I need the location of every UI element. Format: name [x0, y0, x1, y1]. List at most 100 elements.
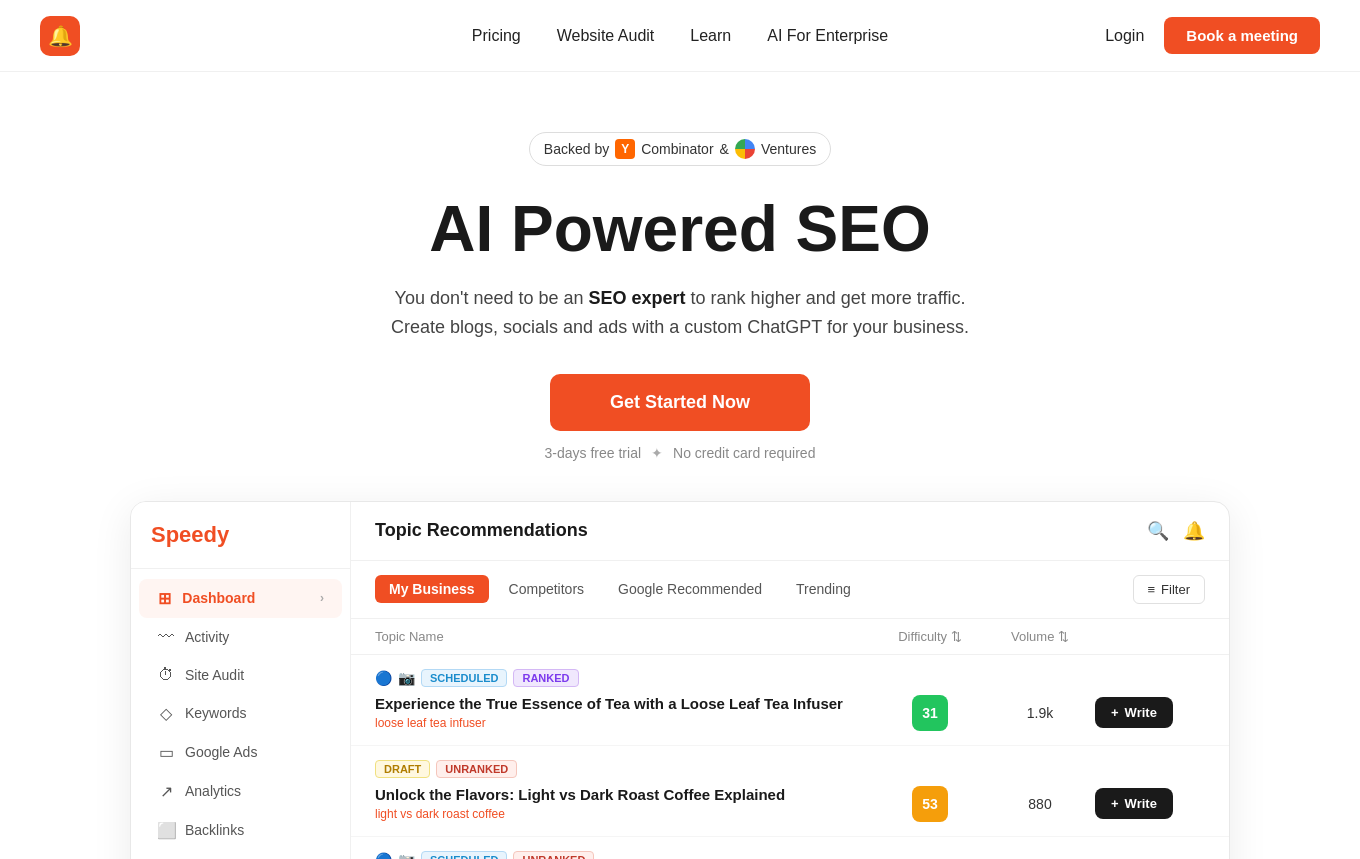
navbar: 🔔 Pricing Website Audit Learn AI For Ent…: [0, 0, 1360, 72]
google-logo: [735, 139, 755, 159]
nav-links: Pricing Website Audit Learn AI For Enter…: [472, 27, 888, 45]
nav-pricing[interactable]: Pricing: [472, 27, 521, 44]
sidebar-label-google-ads: Google Ads: [185, 744, 257, 760]
row-title: Unlock the Flavors: Light vs Dark Roast …: [375, 786, 875, 803]
site-audit-icon: ⏱: [157, 666, 175, 684]
sidebar-item-keywords[interactable]: ◇ Keywords: [139, 694, 342, 733]
hero-subtitle-bold: SEO expert: [589, 288, 686, 308]
plus-icon: +: [1111, 705, 1119, 720]
ig-icon: 📷: [398, 852, 415, 859]
row-difficulty: 31: [875, 695, 985, 731]
yc-logo: Y: [615, 139, 635, 159]
fb-icon: 🔵: [375, 670, 392, 686]
login-button[interactable]: Login: [1105, 27, 1144, 45]
table-row: 🔵 📷 SCHEDULED UNRANKED: [351, 837, 1229, 859]
write-label: Write: [1125, 796, 1157, 811]
chevron-right-icon: ›: [320, 591, 324, 605]
write-button[interactable]: + Write: [1095, 697, 1173, 728]
col-header-topic: Topic Name: [375, 629, 875, 644]
sidebar-label-activity: Activity: [185, 629, 229, 645]
row-content: Experience the True Essence of Tea with …: [375, 695, 1205, 731]
write-label: Write: [1125, 705, 1157, 720]
hero-title: AI Powered SEO: [20, 194, 1340, 264]
filter-button[interactable]: ≡ Filter: [1133, 575, 1205, 604]
analytics-icon: ↗: [157, 782, 175, 801]
google-ads-icon: ▭: [157, 743, 175, 762]
row-volume: 1.9k: [985, 705, 1095, 721]
plus-icon: +: [1111, 796, 1119, 811]
sidebar-item-site-audit[interactable]: ⏱ Site Audit: [139, 656, 342, 694]
fb-icon: 🔵: [375, 852, 392, 859]
row-action: + Write: [1095, 697, 1205, 728]
main-content: Topic Recommendations 🔍 🔔 My Business Co…: [351, 502, 1229, 859]
search-icon[interactable]: 🔍: [1147, 520, 1169, 542]
col-header-volume[interactable]: Volume ⇅: [985, 629, 1095, 644]
keywords-icon: ◇: [157, 704, 175, 723]
book-meeting-button[interactable]: Book a meeting: [1164, 17, 1320, 54]
row-keyword: loose leaf tea infuser: [375, 716, 875, 730]
badge-scheduled: SCHEDULED: [421, 669, 507, 687]
sidebar-item-google-ads[interactable]: ▭ Google Ads: [139, 733, 342, 772]
trial-note: 3-days free trial: [545, 445, 641, 461]
tab-my-business[interactable]: My Business: [375, 575, 489, 603]
row-badges: 🔵 📷 SCHEDULED UNRANKED: [375, 851, 1205, 859]
sidebar-label-site-audit: Site Audit: [185, 667, 244, 683]
sidebar-item-dashboard[interactable]: ⊞ Dashboard ›: [139, 579, 342, 618]
ig-icon: 📷: [398, 670, 415, 686]
note-separator: ✦: [651, 445, 663, 461]
write-button[interactable]: + Write: [1095, 788, 1173, 819]
badge-scheduled: SCHEDULED: [421, 851, 507, 859]
badge-unranked: UNRANKED: [436, 760, 517, 778]
badge-unranked: UNRANKED: [513, 851, 594, 859]
backlinks-icon: ⬜: [157, 821, 175, 840]
nav-ai-enterprise[interactable]: AI For Enterprise: [767, 27, 888, 44]
row-badges: 🔵 📷 SCHEDULED RANKED: [375, 669, 1205, 687]
hero-subtitle: You don't need to be an SEO expert to ra…: [20, 284, 1340, 342]
sidebar-logo: Speedy: [131, 522, 350, 568]
activity-icon: 〰: [157, 628, 175, 646]
tab-google-recommended[interactable]: Google Recommended: [604, 575, 776, 603]
col-header-difficulty[interactable]: Difficulty ⇅: [875, 629, 985, 644]
hero-note: 3-days free trial ✦ No credit card requi…: [20, 445, 1340, 461]
nav-learn[interactable]: Learn: [690, 27, 731, 44]
tabs-row: My Business Competitors Google Recommend…: [351, 561, 1229, 619]
sidebar-label-backlinks: Backlinks: [185, 822, 244, 838]
badge-draft: DRAFT: [375, 760, 430, 778]
notification-icon[interactable]: 🔔: [1183, 520, 1205, 542]
cc-note: No credit card required: [673, 445, 815, 461]
dashboard-icon: ⊞: [157, 589, 172, 608]
row-title: Experience the True Essence of Tea with …: [375, 695, 875, 712]
get-started-button[interactable]: Get Started Now: [550, 374, 810, 431]
sidebar-item-backlinks[interactable]: ⬜ Backlinks: [139, 811, 342, 850]
nav-website-audit[interactable]: Website Audit: [557, 27, 655, 44]
badge-ranked: RANKED: [513, 669, 578, 687]
nav-actions: Login Book a meeting: [1105, 17, 1320, 54]
table-row: 🔵 📷 SCHEDULED RANKED Experience the True…: [351, 655, 1229, 746]
table-header: Topic Name Difficulty ⇅ Volume ⇅: [351, 619, 1229, 655]
app-card: Speedy ⊞ Dashboard › 〰 Activity ⏱ Site A…: [130, 501, 1230, 859]
row-action: + Write: [1095, 788, 1205, 819]
table-row: DRAFT UNRANKED Unlock the Flavors: Light…: [351, 746, 1229, 837]
tab-competitors[interactable]: Competitors: [495, 575, 598, 603]
hero-section: Backed by Y Combinator & Ventures AI Pow…: [0, 72, 1360, 501]
sidebar-label-keywords: Keywords: [185, 705, 246, 721]
logo-icon[interactable]: 🔔: [40, 16, 80, 56]
sidebar-label-analytics: Analytics: [185, 783, 241, 799]
row-content: Unlock the Flavors: Light vs Dark Roast …: [375, 786, 1205, 822]
sidebar-label-dashboard: Dashboard: [182, 590, 255, 606]
main-title: Topic Recommendations: [375, 520, 588, 541]
ventures-text: Ventures: [761, 141, 816, 157]
combinator-text: Combinator: [641, 141, 713, 157]
filter-label: Filter: [1161, 582, 1190, 597]
difficulty-chip: 31: [912, 695, 948, 731]
sidebar-item-activity[interactable]: 〰 Activity: [139, 618, 342, 656]
sidebar-item-integrations[interactable]: ⊞ Integrations: [139, 850, 342, 859]
tab-trending[interactable]: Trending: [782, 575, 865, 603]
row-badges: DRAFT UNRANKED: [375, 760, 1205, 778]
header-icons: 🔍 🔔: [1147, 520, 1205, 542]
row-difficulty: 53: [875, 786, 985, 822]
main-header: Topic Recommendations 🔍 🔔: [351, 502, 1229, 561]
tabs: My Business Competitors Google Recommend…: [375, 575, 865, 603]
badge-backed-by: Backed by: [544, 141, 609, 157]
sidebar-item-analytics[interactable]: ↗ Analytics: [139, 772, 342, 811]
